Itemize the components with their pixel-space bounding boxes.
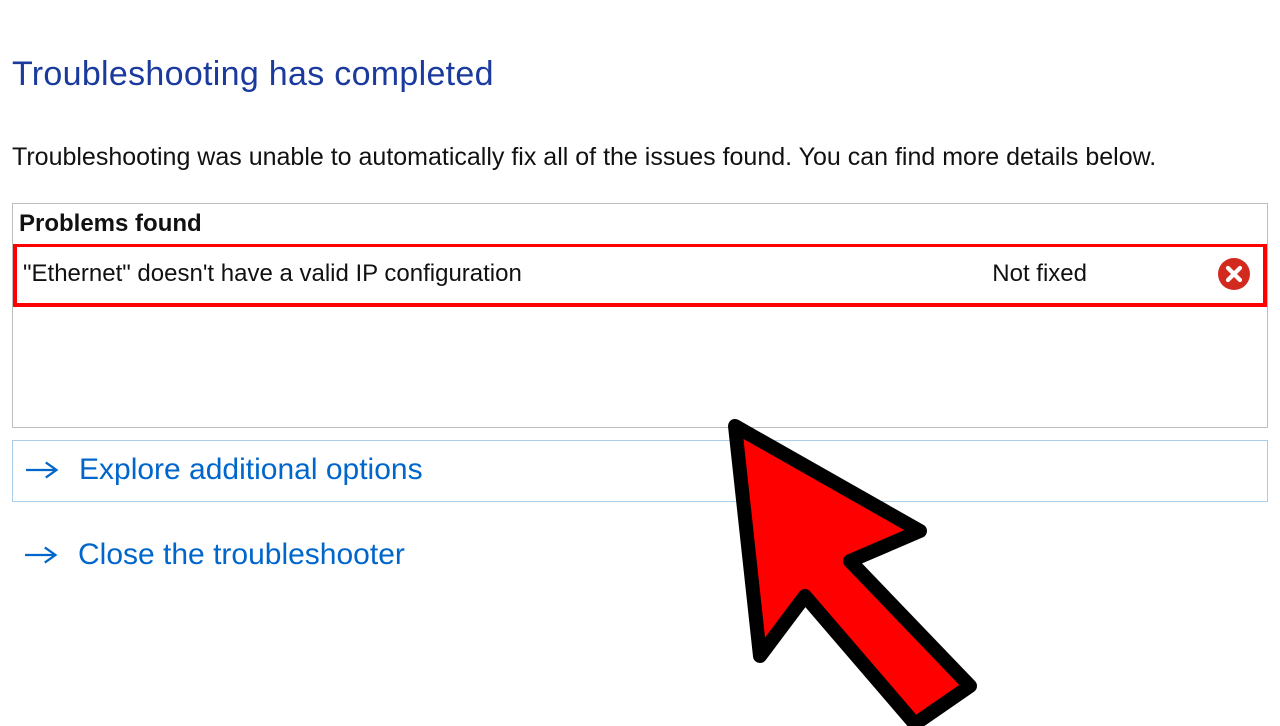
problem-row[interactable]: "Ethernet" doesn't have a valid IP confi… bbox=[13, 247, 1267, 307]
description-text: Troubleshooting was unable to automatica… bbox=[12, 139, 1268, 175]
problems-empty-space bbox=[13, 307, 1267, 427]
problems-found-box: Problems found "Ethernet" doesn't have a… bbox=[12, 203, 1268, 428]
error-icon bbox=[1217, 257, 1251, 291]
problem-status: Not fixed bbox=[992, 260, 1087, 288]
problem-description: "Ethernet" doesn't have a valid IP confi… bbox=[23, 260, 992, 288]
close-troubleshooter[interactable]: Close the troubleshooter bbox=[12, 514, 1268, 572]
explore-additional-options[interactable]: Explore additional options bbox=[12, 440, 1268, 502]
problems-header: Problems found bbox=[13, 204, 1267, 247]
page-heading: Troubleshooting has completed bbox=[12, 55, 1268, 94]
close-label: Close the troubleshooter bbox=[78, 538, 405, 572]
arrow-right-icon bbox=[22, 543, 60, 567]
explore-label: Explore additional options bbox=[79, 453, 423, 487]
arrow-right-icon bbox=[23, 458, 61, 482]
